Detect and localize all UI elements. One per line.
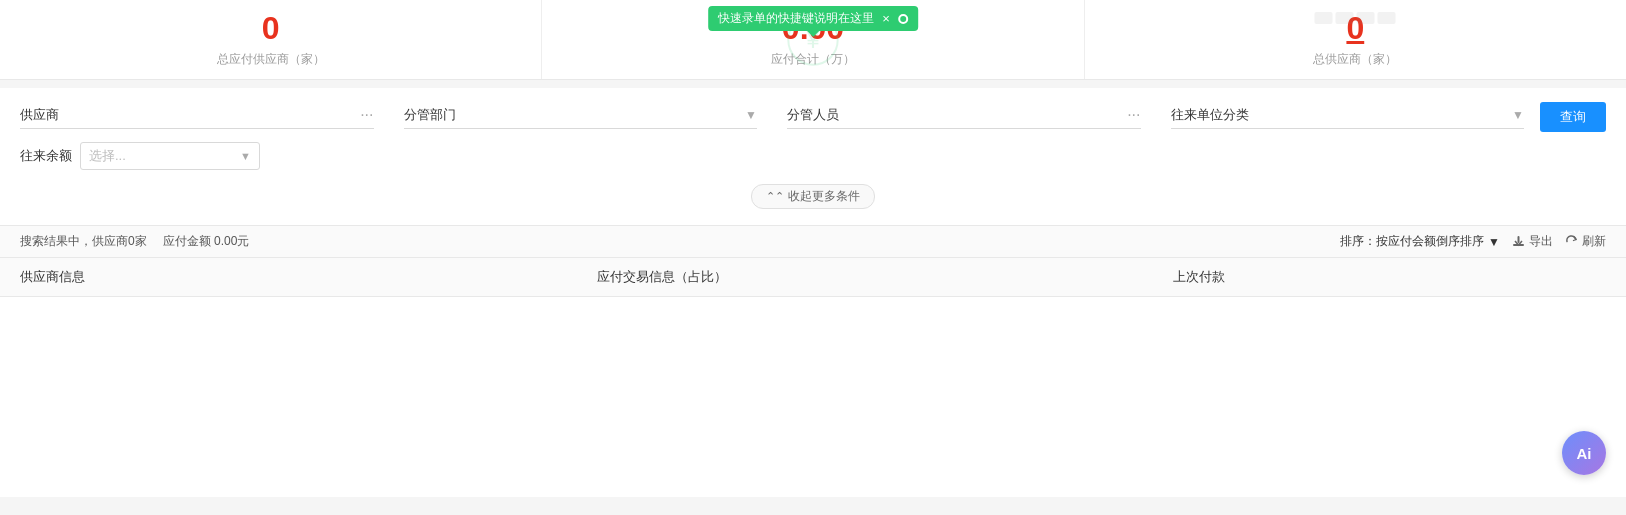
unit-class-arrow[interactable]: ▼	[1512, 108, 1524, 122]
col-transaction-header: 应付交易信息（占比）	[597, 268, 1174, 286]
col-supplier-header: 供应商信息	[20, 268, 597, 286]
person-field: 分管人员 ···	[787, 106, 1141, 129]
svg-rect-3	[1518, 236, 1520, 243]
sort-arrow: ▼	[1488, 235, 1500, 249]
balance-select-arrow: ▼	[240, 150, 251, 162]
stat-payable-suppliers: 0 总应付供应商（家）	[0, 0, 542, 79]
results-bar: 搜索结果中，供应商0家 应付金额 0.00元 排序：按应付会额倒序排序 ▼ 导出…	[0, 226, 1626, 258]
department-field: 分管部门 ▼	[404, 106, 758, 129]
unit-class-field: 往来单位分类 ▼	[1171, 106, 1525, 129]
search-row-1: 供应商 ··· 分管部门 ▼ 分管人员 ··· 往来单位分类 ▼ 查询	[20, 102, 1606, 132]
supplier-input[interactable]	[67, 107, 356, 122]
export-label: 导出	[1529, 233, 1553, 250]
table-area: 供应商信息 应付交易信息（占比） 上次付款	[0, 258, 1626, 497]
department-label: 分管部门	[404, 106, 456, 124]
table-header: 供应商信息 应付交易信息（占比） 上次付款	[0, 258, 1626, 297]
balance-field: 往来余额 选择... ▼	[20, 142, 260, 170]
ai-button-label: Ai	[1577, 445, 1592, 462]
collapse-row: ⌃⌃ 收起更多条件	[20, 180, 1606, 219]
balance-label: 往来余额	[20, 147, 72, 165]
tooltip-close-button[interactable]: ×	[882, 12, 890, 25]
results-actions: 排序：按应付会额倒序排序 ▼ 导出 刷新	[1340, 233, 1606, 250]
export-icon	[1512, 235, 1525, 248]
department-arrow[interactable]: ▼	[745, 108, 757, 122]
sort-label: 排序：按应付会额倒序排序	[1340, 233, 1484, 250]
collapse-button[interactable]: ⌃⌃ 收起更多条件	[751, 184, 875, 209]
export-button[interactable]: 导出	[1512, 233, 1553, 250]
col-payment-header: 上次付款	[1173, 268, 1606, 286]
results-summary: 搜索结果中，供应商0家 应付金额 0.00元	[20, 233, 249, 250]
refresh-button[interactable]: 刷新	[1565, 233, 1606, 250]
supplier-field: 供应商 ···	[20, 106, 374, 129]
person-dots[interactable]: ···	[1127, 106, 1140, 124]
query-button[interactable]: 查询	[1540, 102, 1606, 132]
balance-placeholder: 选择...	[89, 147, 126, 165]
stat-total-suppliers-label: 总供应商（家）	[1313, 51, 1397, 68]
refresh-icon	[1565, 235, 1578, 248]
stat-payable-amount: 快速录单的快捷键说明在这里 × ¥ 0.00 应付合计（万）	[542, 0, 1084, 79]
supplier-label: 供应商	[20, 106, 59, 124]
department-input[interactable]	[464, 107, 742, 122]
table-empty-state	[0, 297, 1626, 497]
tooltip-text: 快速录单的快捷键说明在这里	[718, 10, 874, 27]
stat-total-suppliers: 0 总供应商（家）	[1085, 0, 1626, 79]
ai-assistant-button[interactable]: Ai	[1562, 431, 1606, 475]
supplier-dots[interactable]: ···	[360, 106, 373, 124]
search-row-2: 往来余额 选择... ▼	[20, 142, 1606, 170]
supplier-count-text: 搜索结果中，供应商0家	[20, 233, 147, 250]
stat-payable-suppliers-label: 总应付供应商（家）	[217, 51, 325, 68]
collapse-icon: ⌃⌃	[766, 190, 784, 203]
refresh-label: 刷新	[1582, 233, 1606, 250]
balance-select[interactable]: 选择... ▼	[80, 142, 260, 170]
person-label: 分管人员	[787, 106, 839, 124]
unit-class-input[interactable]	[1257, 107, 1509, 122]
amount-text: 应付金额 0.00元	[163, 233, 250, 250]
stat-payable-suppliers-number: 0	[262, 11, 280, 46]
sort-dropdown[interactable]: 排序：按应付会额倒序排序 ▼	[1340, 233, 1500, 250]
tooltip-dot	[898, 14, 908, 24]
unit-class-label: 往来单位分类	[1171, 106, 1249, 124]
person-input[interactable]	[847, 107, 1123, 122]
search-area: 供应商 ··· 分管部门 ▼ 分管人员 ··· 往来单位分类 ▼ 查询 往来余额	[0, 88, 1626, 226]
shortcut-tooltip[interactable]: 快速录单的快捷键说明在这里 ×	[708, 6, 918, 31]
top-stats-bar: 0 总应付供应商（家） 快速录单的快捷键说明在这里 × ¥ 0.00 应付合计（…	[0, 0, 1626, 80]
collapse-label: 收起更多条件	[788, 188, 860, 205]
